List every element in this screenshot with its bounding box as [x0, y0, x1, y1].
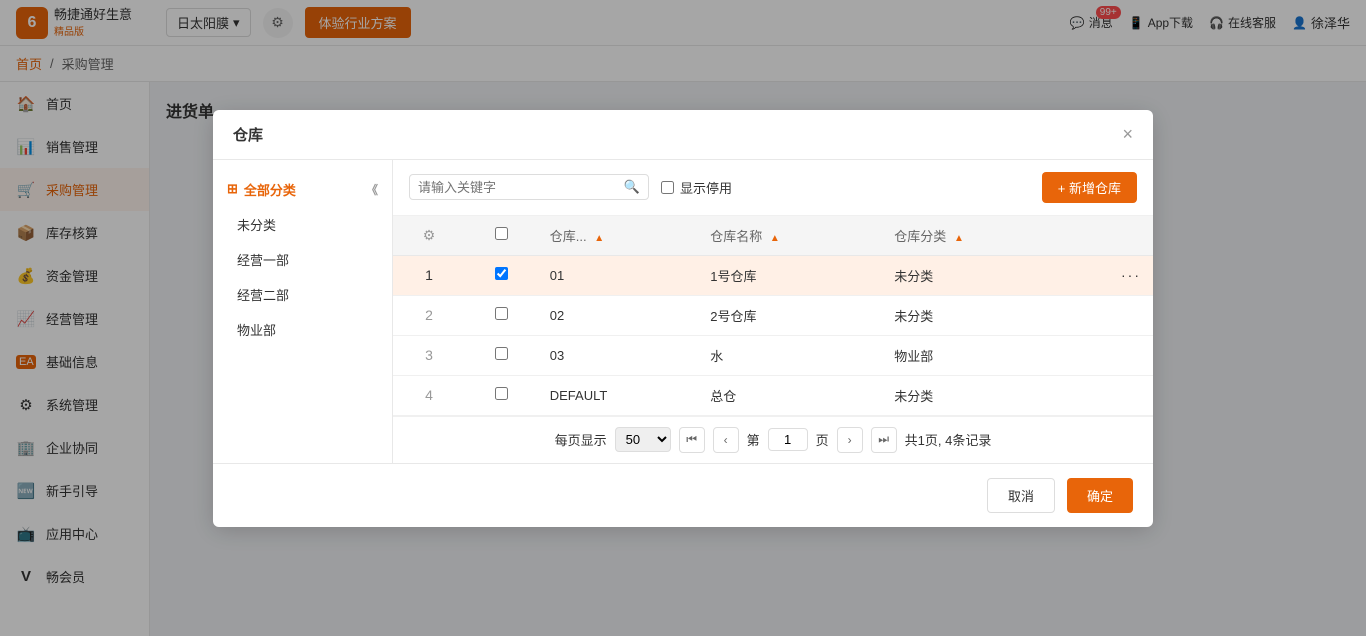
row-code: 01	[538, 255, 698, 295]
per-page-label: 每页显示	[555, 430, 607, 449]
row-checkbox-cell[interactable]	[465, 375, 538, 415]
row-category: 未分类	[882, 295, 1066, 335]
col-gear: ⚙	[393, 216, 465, 256]
first-page-button[interactable]: ⏮	[679, 427, 705, 453]
page-prefix: 第	[747, 430, 760, 449]
modal-close-button[interactable]: ×	[1122, 124, 1133, 145]
row-checkbox[interactable]	[495, 307, 508, 320]
data-table: ⚙ 仓库... ▲ 仓库名称	[393, 216, 1153, 416]
row-num: 1	[393, 255, 465, 295]
row-actions[interactable]	[1066, 375, 1153, 415]
row-num: 2	[393, 295, 465, 335]
modal-footer: 取消 确定	[213, 463, 1153, 527]
row-checkbox[interactable]	[495, 267, 508, 280]
sort-cat-icon: ▲	[954, 233, 964, 244]
search-input[interactable]	[418, 180, 624, 195]
last-page-button[interactable]: ⏭	[871, 427, 897, 453]
row-actions[interactable]	[1066, 295, 1153, 335]
row-code: 03	[538, 335, 698, 375]
show-disabled-checkbox-label[interactable]: 显示停用	[661, 178, 732, 197]
show-disabled-checkbox[interactable]	[661, 181, 674, 194]
next-page-button[interactable]: ›	[837, 427, 863, 453]
category-item-unclassified[interactable]: 未分类	[213, 207, 392, 242]
col-category-header: 仓库分类 ▲	[882, 216, 1066, 256]
row-name: 水	[698, 335, 882, 375]
all-category-label: 全部分类	[244, 180, 296, 199]
page-number-input[interactable]	[768, 428, 808, 451]
table-header-row: ⚙ 仓库... ▲ 仓库名称	[393, 216, 1153, 256]
pagination: 每页显示 50 10 20 100 ⏮ ‹ 第 页 › ⏭ 共1页, 4条记录	[393, 416, 1153, 463]
table-toolbar: 🔍 显示停用 + 新增仓库	[393, 160, 1153, 216]
row-code: 02	[538, 295, 698, 335]
row-category: 未分类	[882, 255, 1066, 295]
confirm-button[interactable]: 确定	[1067, 478, 1133, 513]
row-checkbox[interactable]	[495, 347, 508, 360]
per-page-select[interactable]: 50 10 20 100	[615, 427, 671, 452]
table-row[interactable]: 4 DEFAULT 总仓 未分类	[393, 375, 1153, 415]
table-body: 1 01 1号仓库 未分类 ··· 2 02 2号仓库 未分类 3 03 水 物…	[393, 255, 1153, 415]
row-num: 4	[393, 375, 465, 415]
category-item-dept2[interactable]: 经营二部	[213, 277, 392, 312]
modal-title: 仓库	[233, 124, 263, 145]
table-row[interactable]: 2 02 2号仓库 未分类	[393, 295, 1153, 335]
sort-icon: ▲	[594, 233, 604, 244]
page-suffix: 页	[816, 430, 829, 449]
prev-page-button[interactable]: ‹	[713, 427, 739, 453]
modal-overlay[interactable]: 仓库 × ⊞ 全部分类 《 未分类 经营一部 经营二部 物业部	[0, 0, 1366, 636]
row-name: 总仓	[698, 375, 882, 415]
row-actions[interactable]	[1066, 335, 1153, 375]
row-checkbox-cell[interactable]	[465, 335, 538, 375]
category-item-dept1[interactable]: 经营一部	[213, 242, 392, 277]
warehouse-modal: 仓库 × ⊞ 全部分类 《 未分类 经营一部 经营二部 物业部	[213, 110, 1153, 527]
category-panel: ⊞ 全部分类 《 未分类 经营一部 经营二部 物业部	[213, 160, 393, 463]
total-info: 共1页, 4条记录	[905, 430, 992, 449]
search-icon: 🔍	[624, 179, 640, 195]
row-category: 未分类	[882, 375, 1066, 415]
collapse-button[interactable]: 《	[366, 181, 378, 198]
col-actions-header	[1066, 216, 1153, 256]
row-name: 2号仓库	[698, 295, 882, 335]
row-name: 1号仓库	[698, 255, 882, 295]
col-checkbox-header[interactable]	[465, 216, 538, 256]
row-code: DEFAULT	[538, 375, 698, 415]
row-actions[interactable]: ···	[1066, 255, 1153, 295]
col-name-header: 仓库名称 ▲	[698, 216, 882, 256]
category-item-property[interactable]: 物业部	[213, 312, 392, 347]
col-code-header: 仓库... ▲	[538, 216, 698, 256]
row-category: 物业部	[882, 335, 1066, 375]
all-category-header[interactable]: ⊞ 全部分类 《	[213, 172, 392, 207]
modal-header: 仓库 ×	[213, 110, 1153, 160]
grid-icon: ⊞	[227, 181, 238, 197]
row-checkbox-cell[interactable]	[465, 295, 538, 335]
cancel-button[interactable]: 取消	[987, 478, 1055, 513]
table-row[interactable]: 1 01 1号仓库 未分类 ···	[393, 255, 1153, 295]
sort-name-icon: ▲	[770, 233, 780, 244]
row-checkbox[interactable]	[495, 387, 508, 400]
search-input-wrap[interactable]: 🔍	[409, 174, 649, 200]
table-row[interactable]: 3 03 水 物业部	[393, 335, 1153, 375]
row-checkbox-cell[interactable]	[465, 255, 538, 295]
modal-body: ⊞ 全部分类 《 未分类 经营一部 经营二部 物业部 🔍	[213, 160, 1153, 463]
add-warehouse-button[interactable]: + 新增仓库	[1042, 172, 1137, 203]
table-panel: 🔍 显示停用 + 新增仓库 ⚙	[393, 160, 1153, 463]
select-all-checkbox[interactable]	[495, 227, 508, 240]
row-num: 3	[393, 335, 465, 375]
